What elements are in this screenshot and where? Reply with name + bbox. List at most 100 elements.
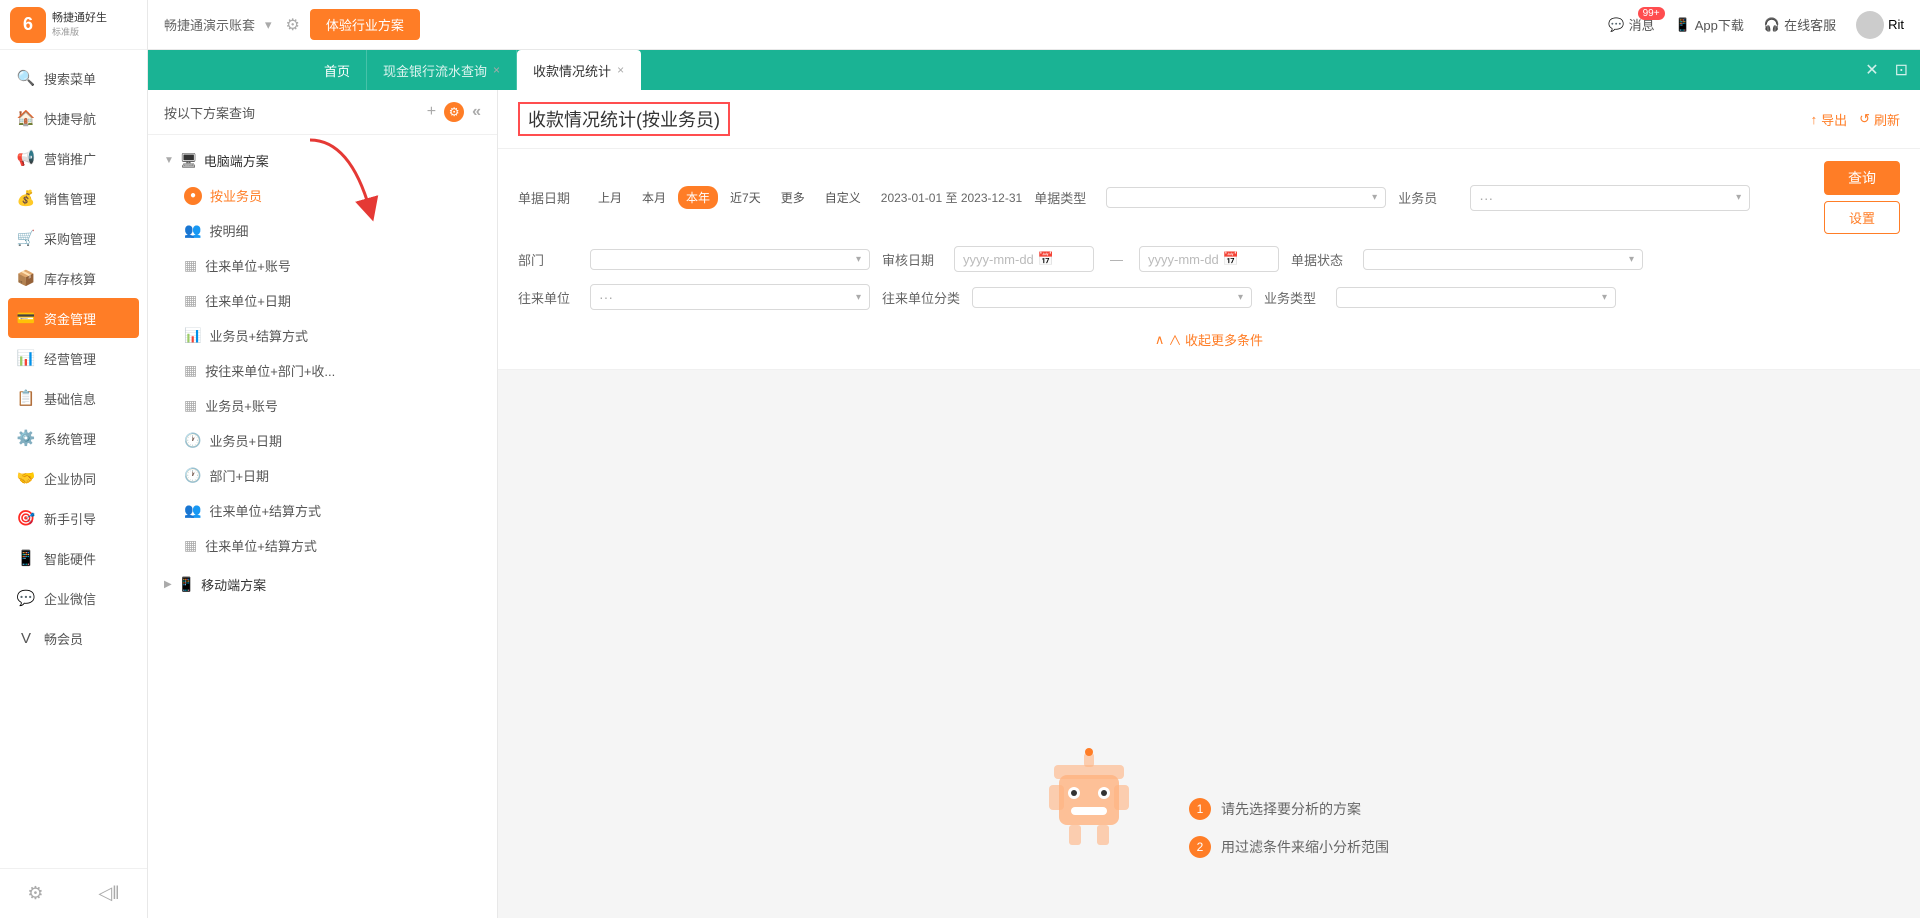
sidebar-item-enterprise[interactable]: 🤝 企业协同: [0, 458, 147, 498]
date-tab-this-year[interactable]: 本年: [678, 186, 718, 209]
sidebar-item-finance[interactable]: 💳 资金管理: [8, 298, 139, 338]
pc-scheme-group-header[interactable]: ▼ 🖥 电脑端方案: [148, 143, 497, 178]
review-date-start[interactable]: yyyy-mm-dd 📅: [954, 246, 1094, 272]
date-dash: —: [1110, 252, 1123, 267]
sidebar-item-search-menu[interactable]: 🔍 搜索菜单: [0, 58, 147, 98]
scheme-item-salesperson-settlement[interactable]: 📊 业务员+结算方式: [148, 318, 497, 353]
tab-collection-stats[interactable]: 收款情况统计 ×: [517, 50, 641, 90]
counterparty-classification-select[interactable]: ▾: [972, 287, 1252, 308]
mobile-scheme-group: ▶ 📱 移动端方案: [148, 567, 497, 602]
sidebar-item-basic-info[interactable]: 📋 基础信息: [0, 378, 147, 418]
online-service-button[interactable]: 🎧 在线客服: [1764, 15, 1836, 34]
sidebar-item-marketing[interactable]: 📢 营销推广: [0, 138, 147, 178]
scheme-settings-icon[interactable]: ⚙: [444, 102, 464, 122]
clock-icon-1: 🕐: [184, 432, 201, 449]
tab-home[interactable]: 首页: [308, 50, 367, 90]
clock-icon-2: 🕐: [184, 467, 201, 484]
sidebar-item-purchase[interactable]: 🛒 采购管理: [0, 218, 147, 258]
date-tab-7days[interactable]: 近7天: [722, 186, 769, 209]
sidebar-item-wechat[interactable]: 💬 企业微信: [0, 578, 147, 618]
home-icon: 🏠: [16, 108, 36, 128]
export-button[interactable]: ↑ 导出: [1811, 110, 1848, 129]
system-icon: ⚙️: [16, 428, 36, 448]
scheme-item-dept-date[interactable]: 🕐 部门+日期: [148, 458, 497, 493]
trial-button[interactable]: 体验行业方案: [310, 9, 420, 40]
member-icon: V: [16, 628, 36, 648]
company-name: 畅捷通演示账套: [164, 15, 255, 34]
sidebar-item-operation[interactable]: 📊 经营管理: [0, 338, 147, 378]
date-tab-more[interactable]: 更多: [773, 186, 813, 209]
inventory-icon: 📦: [16, 268, 36, 288]
mobile-scheme-group-header[interactable]: ▶ 📱 移动端方案: [148, 567, 497, 602]
counterparty-classification-dropdown-icon: ▾: [1238, 292, 1243, 303]
add-scheme-button[interactable]: +: [427, 103, 436, 121]
scheme-item-counterparty-date[interactable]: ▦ 往来单位+日期: [148, 283, 497, 318]
business-type-dropdown-icon: ▾: [1602, 292, 1607, 303]
finance-icon: 💳: [16, 308, 36, 328]
panel-collapse-icon[interactable]: «: [472, 103, 481, 121]
dept-select[interactable]: ▾: [590, 249, 870, 270]
business-type-select[interactable]: ▾: [1336, 287, 1616, 308]
calendar-icon-1[interactable]: 📅: [1038, 251, 1054, 267]
wechat-icon: 💬: [16, 588, 36, 608]
search-icon: 🔍: [16, 68, 36, 88]
scheme-item-salesperson-account[interactable]: ▦ 业务员+账号: [148, 388, 497, 423]
tab-maximize-icon[interactable]: ⊡: [1891, 56, 1912, 84]
scheme-item-by-salesperson[interactable]: ● 按业务员: [148, 178, 497, 213]
sidebar-item-sales[interactable]: 💰 销售管理: [0, 178, 147, 218]
sidebar-item-member[interactable]: V 畅会员: [0, 618, 147, 658]
voucher-type-select[interactable]: ▾: [1106, 187, 1386, 208]
scheme-item-by-detail[interactable]: 👥 按明细: [148, 213, 497, 248]
placeholder-num-2: 2: [1189, 836, 1211, 858]
user-name: Rit: [1888, 17, 1904, 32]
voucher-status-select[interactable]: ▾: [1363, 249, 1643, 270]
calendar-icon-2[interactable]: 📅: [1223, 251, 1239, 267]
sidebar-item-inventory[interactable]: 📦 库存核算: [0, 258, 147, 298]
salesperson-select[interactable]: ··· ▾: [1470, 185, 1750, 211]
tab-collection-stats-close-icon[interactable]: ×: [617, 63, 624, 77]
refresh-button[interactable]: ↺ 刷新: [1859, 110, 1900, 129]
voucher-status-dropdown-icon: ▾: [1629, 254, 1634, 265]
sidebar-item-quick-nav[interactable]: 🏠 快捷导航: [0, 98, 147, 138]
sidebar-settings-button[interactable]: ⚙: [19, 879, 51, 908]
scheme-item-counterparty-settlement1[interactable]: 👥 往来单位+结算方式: [148, 493, 497, 528]
scheme-item-counterparty-account[interactable]: ▦ 往来单位+账号: [148, 248, 497, 283]
placeholder-num-1: 1: [1189, 798, 1211, 820]
counterparty-select[interactable]: ··· ▾: [590, 284, 870, 310]
refresh-icon: ↺: [1859, 111, 1870, 127]
settings-button[interactable]: 设置: [1824, 201, 1900, 234]
scheme-item-counterparty-settlement2[interactable]: ▦ 往来单位+结算方式: [148, 528, 497, 563]
query-button[interactable]: 查询: [1824, 161, 1900, 195]
filter-row-1: 单据日期 上月 本月 本年 近7天 更多 自定义 2023-01-01 至 20…: [518, 161, 1900, 234]
scheme-item-salesperson-date[interactable]: 🕐 业务员+日期: [148, 423, 497, 458]
counterparty-more-icon[interactable]: ···: [599, 289, 613, 305]
tab-bank-flow-close-icon[interactable]: ×: [493, 63, 500, 77]
left-panel-header: 按以下方案查询 + ⚙ «: [148, 90, 497, 135]
header-gear-icon[interactable]: ⚙: [286, 15, 300, 35]
date-tab-this-month[interactable]: 本月: [634, 186, 674, 209]
date-tab-last-month[interactable]: 上月: [590, 186, 630, 209]
company-dropdown-icon[interactable]: ▾: [265, 17, 272, 33]
sidebar-item-system[interactable]: ⚙️ 系统管理: [0, 418, 147, 458]
left-panel: 按以下方案查询 + ⚙ « ▼ 🖥 电脑端方案 ● 按业务员: [148, 90, 498, 918]
date-tab-custom[interactable]: 自定义: [817, 186, 869, 209]
user-area[interactable]: Rit: [1856, 11, 1904, 39]
tab-bank-flow[interactable]: 现金银行流水查询 ×: [367, 50, 517, 90]
review-date-end[interactable]: yyyy-mm-dd 📅: [1139, 246, 1279, 272]
main-area: 畅捷通演示账套 ▾ ⚙ 体验行业方案 💬 消息 99+ 📱 App下载 🎧 在线…: [148, 0, 1920, 918]
sidebar-item-hardware[interactable]: 📱 智能硬件: [0, 538, 147, 578]
app-download-button[interactable]: 📱 App下载: [1675, 15, 1744, 34]
filter-row-3: 往来单位 ··· ▾ 往来单位分类 ▾ 业务类型 ▾: [518, 284, 1900, 310]
scheme-item-counterparty-dept-collect[interactable]: ▦ 按往来单位+部门+收...: [148, 353, 497, 388]
salesperson-dropdown-icon: ▾: [1736, 192, 1741, 203]
message-button[interactable]: 💬 消息 99+: [1608, 15, 1654, 34]
tab-bar: 首页 现金银行流水查询 × 收款情况统计 × ✕ ⊡: [148, 50, 1920, 90]
sidebar-item-guide[interactable]: 🎯 新手引导: [0, 498, 147, 538]
bar-icon: 📊: [184, 327, 201, 344]
sidebar-collapse-button[interactable]: ◁‖: [90, 879, 127, 908]
salesperson-more-icon[interactable]: ···: [1479, 190, 1493, 206]
logo-text: 畅捷通好生 标准版: [52, 11, 107, 38]
tab-close-all-icon[interactable]: ✕: [1861, 56, 1882, 84]
marketing-icon: 📢: [16, 148, 36, 168]
collapse-filter-button[interactable]: ∧ ∧ 收起更多条件: [518, 322, 1900, 357]
